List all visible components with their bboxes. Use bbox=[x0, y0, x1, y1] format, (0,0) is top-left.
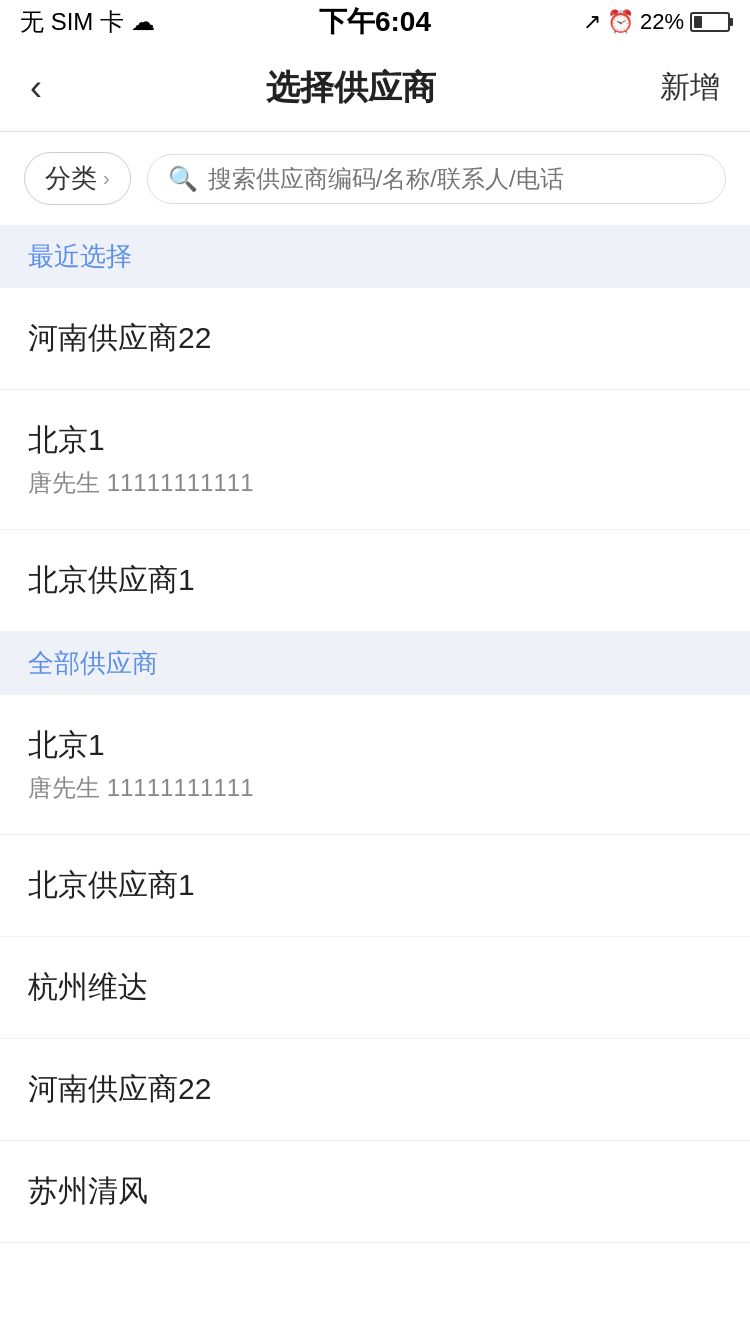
all-items-list: 北京1 唐先生 11111111111 北京供应商1 杭州维达河南供应商22 苏州清风 bbox=[0, 695, 750, 1243]
location-icon: ↗ bbox=[583, 9, 601, 35]
all-list-item[interactable]: 北京供应商1 bbox=[0, 835, 750, 937]
item-name: 北京1 bbox=[28, 725, 722, 766]
category-label: 分类 bbox=[45, 161, 97, 196]
back-button[interactable]: ‹ bbox=[30, 67, 42, 109]
page-title: 选择供应商 bbox=[266, 65, 436, 111]
item-name: 北京1 bbox=[28, 420, 722, 461]
all-section-label: 全部供应商 bbox=[28, 648, 158, 678]
all-list-item[interactable]: 北京1 唐先生 11111111111 bbox=[0, 695, 750, 835]
recent-section-header: 最近选择 bbox=[0, 225, 750, 288]
recent-items-list: 河南供应商22 北京1 唐先生 11111111111 北京供应商1 bbox=[0, 288, 750, 632]
item-name: 北京供应商1 bbox=[28, 865, 722, 906]
search-input[interactable] bbox=[208, 165, 705, 193]
recent-list-item[interactable]: 北京1 唐先生 11111111111 bbox=[0, 390, 750, 530]
all-list-item[interactable]: 杭州维达 bbox=[0, 937, 750, 1039]
category-button[interactable]: 分类 › bbox=[24, 152, 131, 205]
item-sub: 唐先生 11111111111 bbox=[28, 467, 722, 499]
chevron-right-icon: › bbox=[103, 167, 110, 190]
battery-percent: 22% bbox=[640, 9, 684, 35]
item-name: 河南供应商22 bbox=[28, 1069, 722, 1110]
battery-icon bbox=[690, 12, 730, 32]
status-time: 下午6:04 bbox=[319, 3, 431, 41]
item-name: 苏州清风 bbox=[28, 1171, 722, 1212]
item-name: 河南供应商22 bbox=[28, 318, 722, 359]
search-wrap[interactable]: 🔍 bbox=[147, 154, 726, 204]
recent-list-item[interactable]: 北京供应商1 bbox=[0, 530, 750, 632]
nav-bar: ‹ 选择供应商 新增 bbox=[0, 44, 750, 132]
add-button[interactable]: 新增 bbox=[660, 67, 720, 108]
status-bar: 无 SIM 卡 ☁ 下午6:04 ↗ ⏰ 22% bbox=[0, 0, 750, 44]
item-name: 北京供应商1 bbox=[28, 560, 722, 601]
search-icon: 🔍 bbox=[168, 165, 198, 193]
status-right: ↗ ⏰ 22% bbox=[583, 9, 730, 35]
alarm-icon: ⏰ bbox=[607, 9, 634, 35]
all-section-header: 全部供应商 bbox=[0, 632, 750, 695]
all-list-item[interactable]: 苏州清风 bbox=[0, 1141, 750, 1243]
status-left: 无 SIM 卡 ☁ bbox=[20, 6, 155, 38]
item-name: 杭州维达 bbox=[28, 967, 722, 1008]
recent-list-item[interactable]: 河南供应商22 bbox=[0, 288, 750, 390]
no-sim-label: 无 SIM 卡 ☁ bbox=[20, 6, 155, 38]
filter-bar: 分类 › 🔍 bbox=[0, 132, 750, 225]
item-sub: 唐先生 11111111111 bbox=[28, 772, 722, 804]
recent-section-label: 最近选择 bbox=[28, 241, 132, 271]
all-list-item[interactable]: 河南供应商22 bbox=[0, 1039, 750, 1141]
